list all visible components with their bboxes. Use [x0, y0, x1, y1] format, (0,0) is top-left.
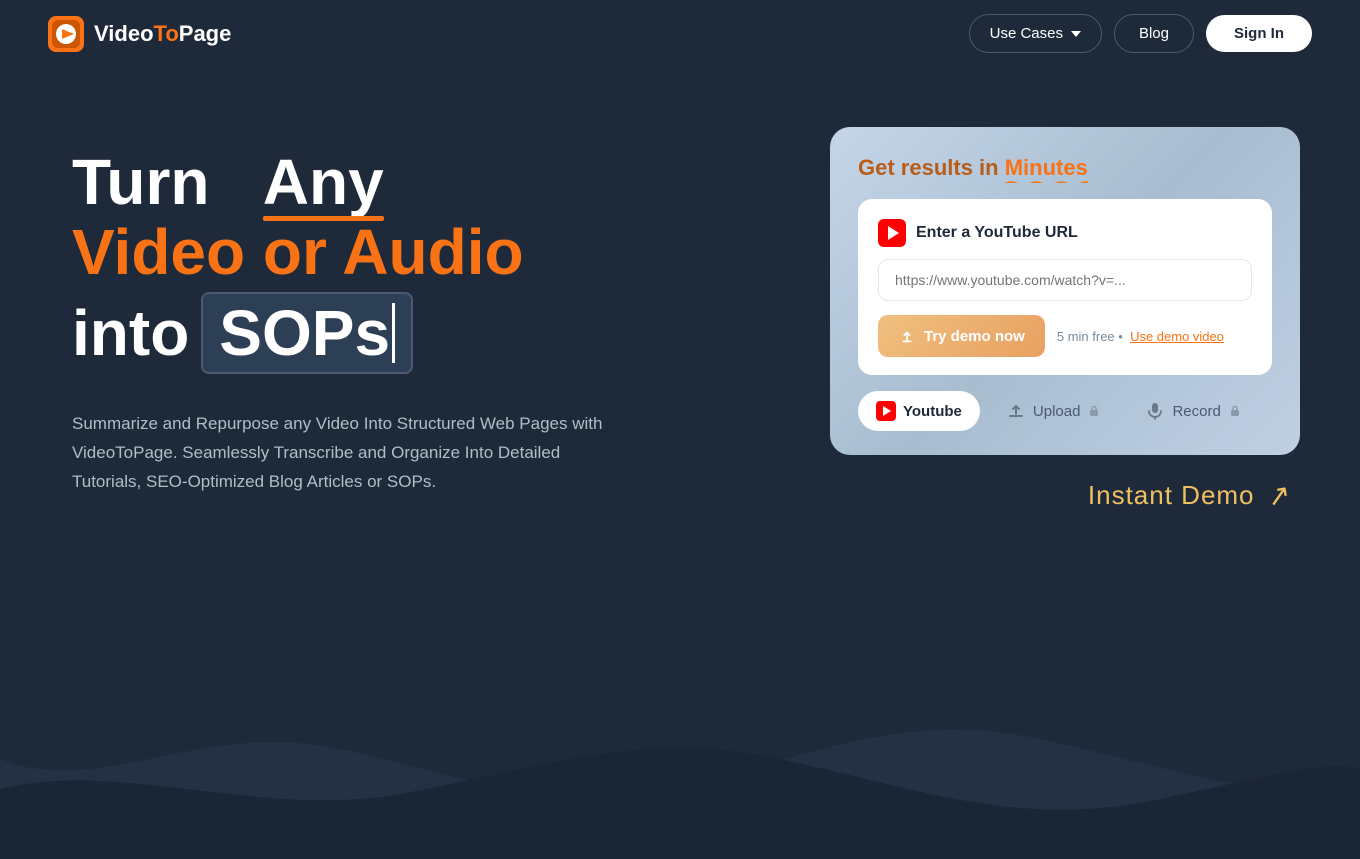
- youtube-play-icon: [888, 226, 899, 240]
- tab-upload[interactable]: Upload: [988, 391, 1120, 431]
- blog-button[interactable]: Blog: [1114, 14, 1194, 53]
- microphone-icon: [1145, 401, 1165, 421]
- tab-record[interactable]: Record: [1127, 391, 1259, 431]
- instant-demo-text: Instant Demo: [1088, 480, 1255, 511]
- text-cursor: [392, 303, 395, 363]
- logo[interactable]: VideoToPage: [48, 16, 231, 52]
- lock-icon-2: [1228, 404, 1242, 418]
- tab-row: Youtube Upload: [858, 391, 1272, 431]
- logo-text: VideoToPage: [94, 21, 231, 47]
- youtube-icon: [878, 219, 906, 247]
- sops-box: SOPs: [201, 292, 413, 374]
- try-demo-row: Try demo now 5 min free • Use demo video: [878, 315, 1252, 357]
- hero-description: Summarize and Repurpose any Video Into S…: [72, 410, 612, 497]
- wave-section: [0, 679, 1360, 859]
- nav-right: Use Cases Blog Sign In: [969, 14, 1312, 53]
- try-demo-button[interactable]: Try demo now: [878, 315, 1045, 357]
- demo-meta: 5 min free • Use demo video: [1057, 329, 1224, 344]
- chevron-down-icon: [1071, 31, 1081, 37]
- hero-right: Get results in Minutes Enter a YouTube U…: [830, 127, 1300, 512]
- youtube-url-input[interactable]: [878, 259, 1252, 301]
- hero-left: Turn Any Video or Audio into SOPs Summar…: [72, 127, 612, 497]
- use-demo-video-link[interactable]: Use demo video: [1130, 329, 1224, 344]
- sign-in-button[interactable]: Sign In: [1206, 15, 1312, 52]
- hero-title: Turn Any Video or Audio into SOPs: [72, 147, 612, 374]
- upload-icon: [1006, 401, 1026, 421]
- wave-svg: [0, 679, 1360, 859]
- tab-youtube-icon: [876, 401, 896, 421]
- tab-youtube[interactable]: Youtube: [858, 391, 980, 431]
- send-icon: [898, 327, 916, 345]
- navbar: VideoToPage Use Cases Blog Sign In: [0, 0, 1360, 67]
- conversion-card: Get results in Minutes Enter a YouTube U…: [830, 127, 1300, 455]
- arrow-icon: ↗: [1264, 477, 1293, 514]
- card-header: Get results in Minutes: [858, 155, 1272, 181]
- use-cases-button[interactable]: Use Cases: [969, 14, 1102, 53]
- lock-icon: [1087, 404, 1101, 418]
- instant-demo: Instant Demo ↗: [830, 479, 1300, 512]
- input-label: Enter a YouTube URL: [878, 219, 1252, 247]
- logo-icon: [48, 16, 84, 52]
- main-content: Turn Any Video or Audio into SOPs Summar…: [0, 67, 1360, 512]
- youtube-input-section: Enter a YouTube URL Try demo now 5 min f…: [858, 199, 1272, 375]
